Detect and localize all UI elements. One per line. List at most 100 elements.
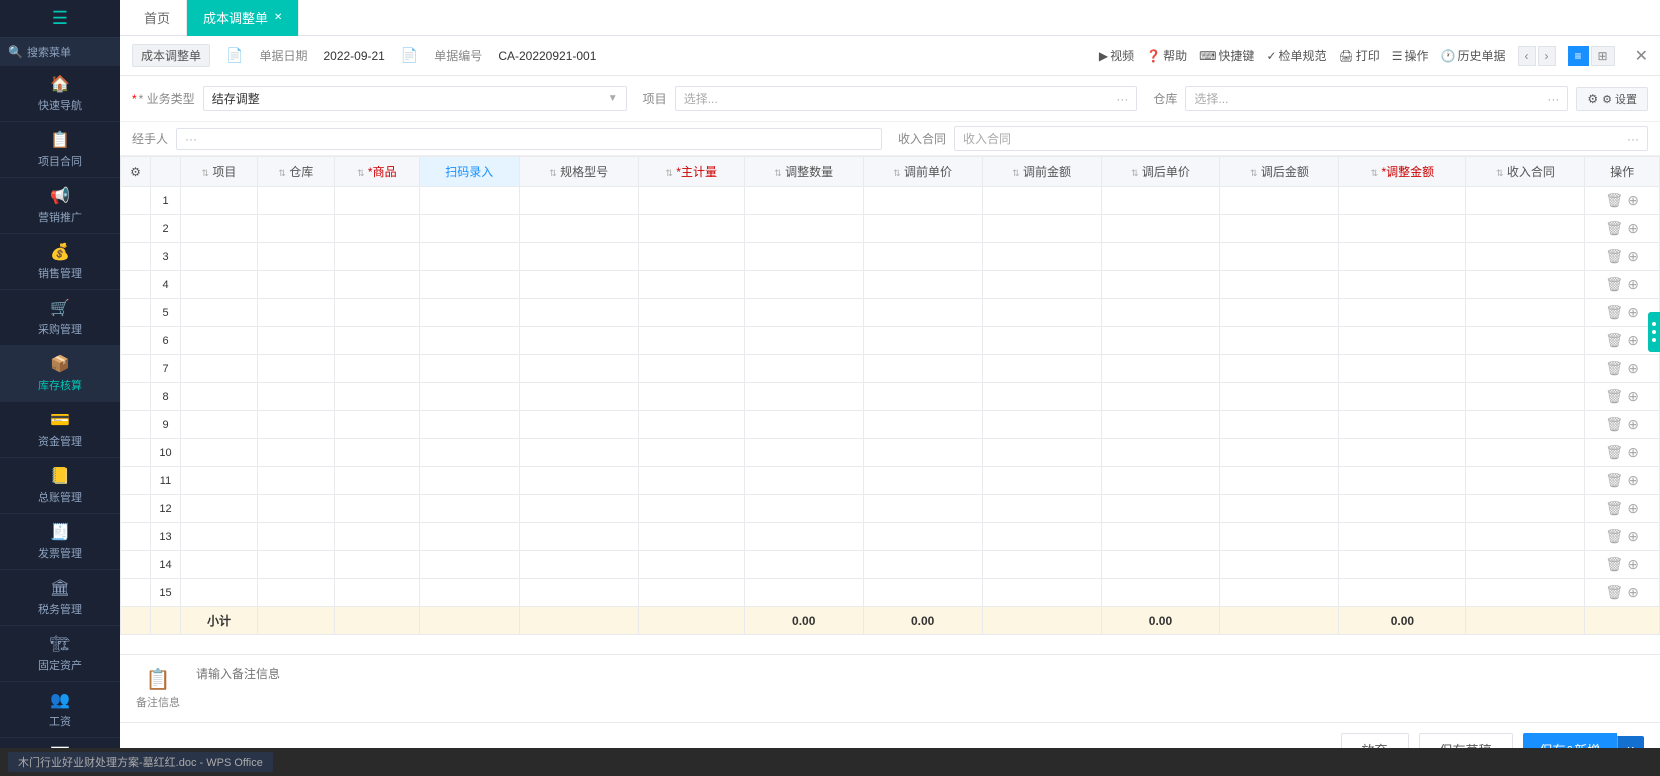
table-cell[interactable]: [982, 355, 1101, 383]
table-cell[interactable]: [1466, 299, 1585, 327]
table-cell[interactable]: [1220, 355, 1339, 383]
table-cell[interactable]: [181, 187, 258, 215]
copy-icon[interactable]: ⊕: [1627, 584, 1639, 601]
income-contract-dots[interactable]: ···: [1627, 132, 1639, 146]
table-cell[interactable]: [1339, 271, 1466, 299]
table-cell[interactable]: [744, 411, 863, 439]
table-cell[interactable]: [1339, 355, 1466, 383]
delete-icon[interactable]: 🗑: [1605, 472, 1623, 489]
table-cell[interactable]: [1220, 187, 1339, 215]
table-cell[interactable]: [863, 383, 982, 411]
table-cell[interactable]: [334, 495, 419, 523]
table-cell[interactable]: [519, 439, 638, 467]
table-cell[interactable]: [863, 215, 982, 243]
table-cell[interactable]: [982, 187, 1101, 215]
table-cell[interactable]: [1466, 215, 1585, 243]
table-cell[interactable]: [744, 243, 863, 271]
table-cell[interactable]: [419, 439, 519, 467]
table-cell[interactable]: [863, 467, 982, 495]
table-cell[interactable]: [334, 299, 419, 327]
table-cell[interactable]: [419, 495, 519, 523]
sidebar-item-payroll[interactable]: 👥 工资: [0, 682, 120, 738]
table-cell[interactable]: [519, 495, 638, 523]
table-cell[interactable]: [334, 383, 419, 411]
table-cell[interactable]: [1339, 243, 1466, 271]
settings-button[interactable]: ⚙ ⚙ 设置: [1576, 87, 1648, 111]
table-cell[interactable]: [334, 411, 419, 439]
table-cell[interactable]: [419, 327, 519, 355]
warehouse-dots[interactable]: ···: [1547, 92, 1559, 106]
delete-icon[interactable]: 🗑: [1605, 388, 1623, 405]
table-cell[interactable]: [1339, 579, 1466, 607]
delete-icon[interactable]: 🗑: [1605, 360, 1623, 377]
table-cell[interactable]: [638, 355, 744, 383]
sidebar-item-marketing[interactable]: 📢 营销推广: [0, 178, 120, 234]
table-cell[interactable]: [1101, 243, 1220, 271]
table-cell[interactable]: [863, 439, 982, 467]
table-cell[interactable]: [1466, 439, 1585, 467]
table-cell[interactable]: [638, 411, 744, 439]
table-cell[interactable]: [334, 551, 419, 579]
table-cell[interactable]: [1101, 495, 1220, 523]
tab-close-icon[interactable]: ✕: [274, 12, 282, 23]
table-cell[interactable]: [519, 411, 638, 439]
table-cell[interactable]: [744, 215, 863, 243]
table-cell[interactable]: [257, 495, 334, 523]
table-cell[interactable]: [863, 579, 982, 607]
table-cell[interactable]: [419, 467, 519, 495]
col-scan-header[interactable]: 扫码录入: [419, 157, 519, 187]
table-cell[interactable]: [1101, 327, 1220, 355]
table-cell[interactable]: [1466, 243, 1585, 271]
table-cell[interactable]: [638, 579, 744, 607]
table-cell[interactable]: [863, 187, 982, 215]
table-cell[interactable]: [1220, 271, 1339, 299]
table-cell[interactable]: [419, 271, 519, 299]
copy-icon[interactable]: ⊕: [1627, 332, 1639, 349]
table-cell[interactable]: [638, 551, 744, 579]
sidebar-item-inventory[interactable]: 📦 库存核算: [0, 346, 120, 402]
window-close-button[interactable]: ✕: [1635, 46, 1648, 66]
table-cell[interactable]: [519, 355, 638, 383]
table-cell[interactable]: [181, 215, 258, 243]
sidebar-search[interactable]: 🔍 搜索菜单: [0, 38, 120, 66]
copy-icon[interactable]: ⊕: [1627, 276, 1639, 293]
table-cell[interactable]: [744, 579, 863, 607]
table-cell[interactable]: [181, 523, 258, 551]
sidebar-item-ledger[interactable]: 📒 总账管理: [0, 458, 120, 514]
table-cell[interactable]: [419, 523, 519, 551]
sidebar-item-project-contract[interactable]: 📋 项目合同: [0, 122, 120, 178]
table-cell[interactable]: [982, 243, 1101, 271]
table-cell[interactable]: [181, 299, 258, 327]
project-select[interactable]: 选择... ···: [675, 86, 1138, 111]
delete-icon[interactable]: 🗑: [1605, 304, 1623, 321]
table-cell[interactable]: [257, 439, 334, 467]
delete-icon[interactable]: 🗑: [1605, 248, 1623, 265]
table-cell[interactable]: [334, 355, 419, 383]
table-cell[interactable]: [181, 271, 258, 299]
table-cell[interactable]: [257, 383, 334, 411]
table-cell[interactable]: [744, 355, 863, 383]
table-cell[interactable]: [863, 495, 982, 523]
table-cell[interactable]: [863, 551, 982, 579]
table-cell[interactable]: [1101, 383, 1220, 411]
table-cell[interactable]: [638, 327, 744, 355]
table-cell[interactable]: [1339, 215, 1466, 243]
table-cell[interactable]: [1220, 215, 1339, 243]
table-cell[interactable]: [334, 439, 419, 467]
table-cell[interactable]: [1466, 187, 1585, 215]
table-cell[interactable]: [1339, 383, 1466, 411]
table-cell[interactable]: [419, 187, 519, 215]
copy-icon[interactable]: ⊕: [1627, 304, 1639, 321]
delete-icon[interactable]: 🗑: [1605, 192, 1623, 209]
table-cell[interactable]: [638, 271, 744, 299]
table-cell[interactable]: [1101, 439, 1220, 467]
check-action[interactable]: ✓ 检单规范: [1266, 47, 1326, 64]
table-cell[interactable]: [519, 215, 638, 243]
delete-icon[interactable]: 🗑: [1605, 528, 1623, 545]
table-cell[interactable]: [638, 243, 744, 271]
business-type-select[interactable]: 结存调整 ▼: [203, 86, 627, 111]
sidebar-item-tax[interactable]: 🏛 税务管理: [0, 570, 120, 626]
copy-icon[interactable]: ⊕: [1627, 556, 1639, 573]
table-cell[interactable]: [334, 467, 419, 495]
table-cell[interactable]: [1466, 383, 1585, 411]
